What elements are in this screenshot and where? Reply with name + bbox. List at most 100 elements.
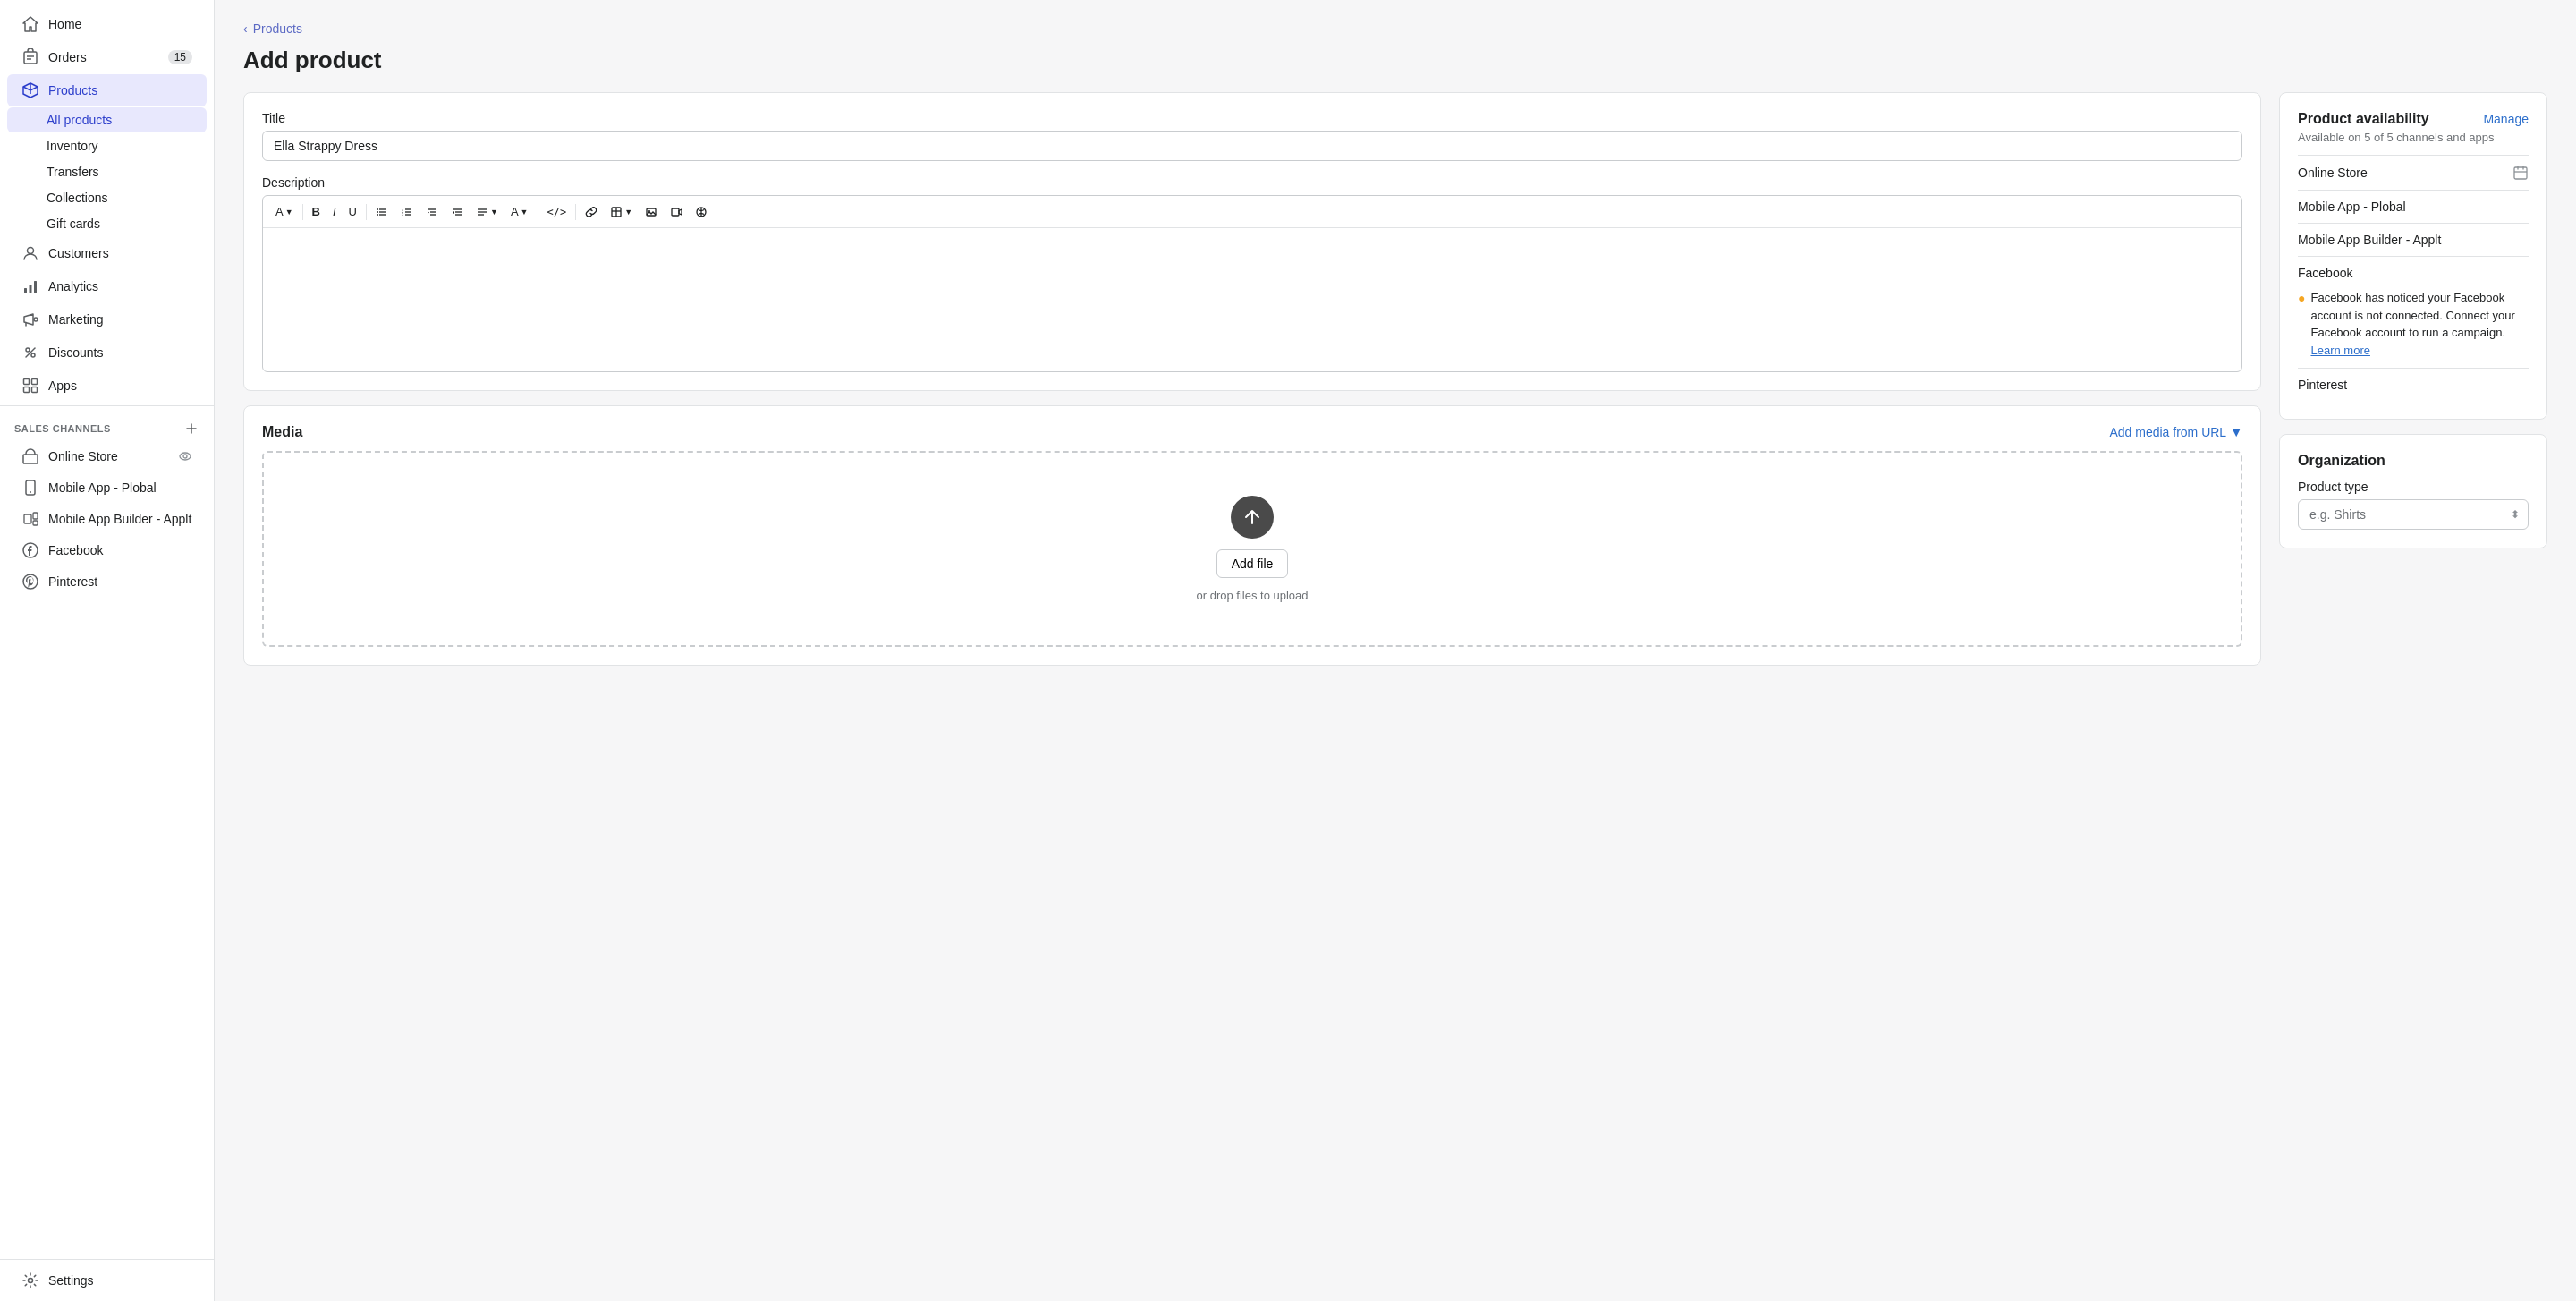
svg-point-31 [377,208,378,210]
code-btn[interactable]: </> [542,202,572,222]
sidebar-sub-transfers-label: Transfers [47,165,99,179]
availability-title: Product availability [2298,111,2429,127]
channel-pinterest-label: Pinterest [2298,378,2347,392]
svg-point-3 [28,248,34,254]
drop-text: or drop files to upload [1196,589,1308,602]
link-btn[interactable] [580,202,603,222]
facebook-warning-text: Facebook has noticed your Facebook accou… [2310,289,2529,359]
numbered-list-btn[interactable]: 123 [395,202,419,222]
bold-btn[interactable]: B [307,201,326,222]
calendar-icon[interactable] [2512,165,2529,181]
sidebar-item-analytics-label: Analytics [48,279,98,293]
svg-rect-11 [24,379,30,385]
main-content: ‹ Products Add product Title Description… [215,0,2576,1301]
svg-rect-13 [24,387,30,393]
mobile-builder-label: Mobile App Builder - Applt [48,512,191,526]
channel-facebook: Facebook ● Facebook has noticed your Fac… [2298,256,2529,368]
channel-online-store: Online Store [2298,155,2529,190]
svg-rect-22 [24,514,31,523]
sales-channel-pinterest[interactable]: Pinterest [7,566,207,597]
sidebar-sub-gift-cards[interactable]: Gift cards [7,211,207,236]
add-file-btn[interactable]: Add file [1216,549,1289,578]
home-icon [21,15,39,33]
sidebar-sub-transfers[interactable]: Transfers [7,159,207,184]
sidebar-item-customers[interactable]: Customers [7,237,207,269]
availability-header: Product availability Manage [2298,111,2529,127]
bullets-btn[interactable] [370,202,394,222]
sidebar-sub-inventory[interactable]: Inventory [7,133,207,158]
sales-channel-mobile-builder[interactable]: Mobile App Builder - Applt [7,504,207,534]
content-main: Title Description A ▼ B I U [243,92,2261,666]
svg-text:3: 3 [402,212,404,217]
italic-btn[interactable]: I [327,201,342,222]
indent-dec-btn[interactable] [420,202,444,222]
sidebar-item-orders[interactable]: Orders 15 [7,41,207,73]
select-wrapper: e.g. Shirts [2298,499,2529,530]
settings-icon [21,1271,39,1289]
eye-icon[interactable] [178,449,192,463]
svg-rect-17 [23,455,38,463]
svg-point-7 [34,318,38,321]
video-btn[interactable] [665,202,688,222]
sales-channel-facebook[interactable]: Facebook [7,535,207,565]
media-header: Media Add media from URL ▼ [262,424,2242,440]
add-sales-channel-icon[interactable] [183,421,199,437]
warning-dot: ● [2298,291,2305,359]
builder-icon [21,510,39,528]
sidebar-item-discounts[interactable]: Discounts [7,336,207,369]
svg-rect-6 [34,281,37,293]
sidebar-item-discounts-label: Discounts [48,345,103,360]
breadcrumb[interactable]: ‹ Products [243,21,2547,36]
sidebar-item-apps[interactable]: Apps [7,370,207,402]
add-media-url-btn[interactable]: Add media from URL ▼ [2109,425,2242,439]
orders-badge: 15 [168,50,192,64]
svg-point-18 [180,453,191,460]
media-card: Media Add media from URL ▼ Add file [243,405,2261,666]
description-editor[interactable] [263,228,2241,371]
font-btn[interactable]: A ▼ [270,201,299,222]
discounts-icon [21,344,39,361]
image-btn[interactable] [640,202,663,222]
sidebar-sub-inventory-label: Inventory [47,139,98,153]
indent-inc-btn[interactable] [445,202,469,222]
sidebar-item-orders-label: Orders [48,50,87,64]
product-type-select[interactable]: e.g. Shirts [2298,499,2529,530]
manage-link[interactable]: Manage [2483,112,2529,126]
underline-btn[interactable]: U [343,201,362,222]
meta-btn[interactable] [690,202,713,222]
svg-rect-54 [672,208,679,216]
text-color-btn[interactable]: A ▼ [505,201,534,222]
svg-rect-0 [24,52,37,64]
sidebar-item-analytics[interactable]: Analytics [7,270,207,302]
apps-icon [21,377,39,395]
sidebar-item-apps-label: Apps [48,378,77,393]
sales-channel-mobile-plobal[interactable]: Mobile App - Plobal [7,472,207,503]
pinterest-icon [21,573,39,591]
dropdown-chevron-icon: ▼ [2230,425,2242,439]
title-input[interactable] [262,131,2242,161]
toolbar-sep-1 [302,204,303,220]
sidebar-divider [0,405,214,406]
org-title: Organization [2298,453,2529,469]
sidebar-item-home[interactable]: Home [7,8,207,40]
sales-channel-online-store[interactable]: Online Store [7,441,207,472]
media-dropzone[interactable]: Add file or drop files to upload [262,451,2242,647]
align-btn[interactable]: ▼ [470,202,504,222]
customers-icon [21,244,39,262]
svg-line-10 [26,348,35,357]
learn-more-link[interactable]: Learn more [2310,344,2369,357]
sidebar-sub-all-products-label: All products [47,113,112,127]
channel-facebook-label: Facebook [2298,266,2352,280]
facebook-warning: ● Facebook has noticed your Facebook acc… [2298,289,2529,359]
analytics-icon [21,277,39,295]
sidebar-item-products[interactable]: Products [7,74,207,106]
availability-sub: Available on 5 of 5 channels and apps [2298,131,2529,144]
sidebar-sub-all-products[interactable]: All products [7,107,207,132]
table-btn[interactable]: ▼ [605,202,638,222]
svg-rect-5 [30,285,32,293]
sidebar-item-marketing[interactable]: Marketing [7,303,207,336]
channel-mobile-builder: Mobile App Builder - Applt [2298,223,2529,256]
sidebar-sub-collections[interactable]: Collections [7,185,207,210]
sidebar-item-settings[interactable]: Settings [7,1261,207,1300]
product-info-card: Title Description A ▼ B I U [243,92,2261,391]
